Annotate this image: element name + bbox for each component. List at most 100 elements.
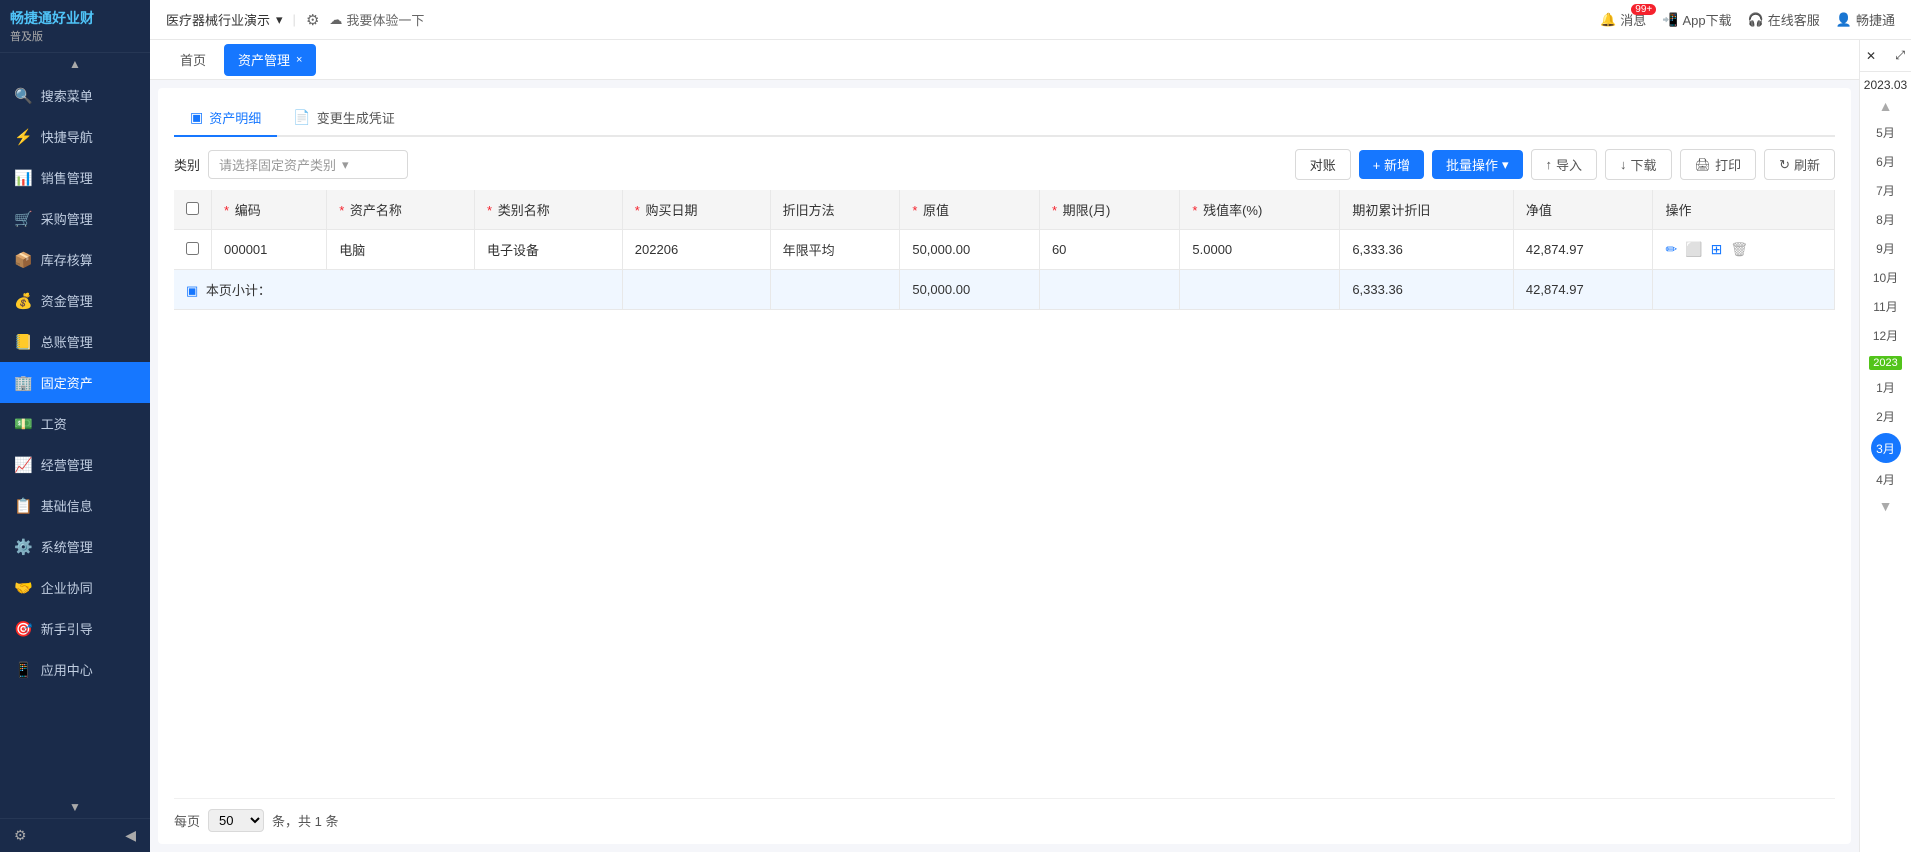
month-9[interactable]: 9月 — [1860, 234, 1911, 263]
month-3-active[interactable]: 3月 — [1871, 433, 1901, 463]
tab-asset-management[interactable]: 资产管理 × — [224, 44, 316, 76]
th-category: * 类别名称 — [475, 190, 623, 230]
online-support-button[interactable]: 🎧 在线客服 — [1748, 10, 1820, 29]
month-2[interactable]: 2月 — [1860, 402, 1911, 431]
batch-button[interactable]: 批量操作 ▾ — [1432, 150, 1523, 179]
tab-home-label: 首页 — [180, 50, 206, 69]
book-icon: 📒 — [14, 333, 33, 351]
sidebar-item-basic-info[interactable]: 📋 基础信息 — [0, 485, 150, 526]
share-icon[interactable]: ⊞ — [1711, 241, 1723, 258]
subtotal-empty-4 — [1180, 270, 1340, 310]
sidebar-item-label: 固定资产 — [41, 373, 93, 392]
notification-badge: 99+ — [1631, 4, 1656, 15]
month-1[interactable]: 1月 — [1860, 373, 1911, 402]
box-icon: 📦 — [14, 251, 33, 269]
sidebar-item-purchase[interactable]: 🛒 采购管理 — [0, 198, 150, 239]
month-7[interactable]: 7月 — [1860, 176, 1911, 205]
toolbar-left: 类别 请选择固定资产类别 ▾ — [174, 150, 408, 179]
sidebar-item-label: 资金管理 — [41, 291, 93, 310]
dropdown-icon: ▾ — [276, 12, 283, 28]
row-checkbox[interactable] — [186, 242, 199, 255]
main-area: 医疗器械行业演示 ▾ | ⚙ ☁ 我要体验一下 🔔 消息 99+ 📲 App下载… — [150, 0, 1911, 852]
sidebar-item-guide[interactable]: 🎯 新手引导 — [0, 608, 150, 649]
tab-close-icon[interactable]: × — [296, 54, 302, 66]
row-residual-rate: 5.0000 — [1180, 230, 1340, 270]
sidebar-item-system[interactable]: ⚙️ 系统管理 — [0, 526, 150, 567]
sub-tab-change-voucher-label: 变更生成凭证 — [317, 108, 395, 127]
settings-icon[interactable]: ⚙ — [14, 827, 27, 844]
sidebar-item-app-center[interactable]: 📱 应用中心 — [0, 649, 150, 690]
user-avatar[interactable]: 👤 畅捷通 — [1836, 10, 1895, 29]
print-button[interactable]: 🖨 打印 — [1680, 149, 1757, 180]
app-download-button[interactable]: 📲 App下载 — [1662, 10, 1731, 29]
month-12[interactable]: 12月 — [1860, 321, 1911, 350]
row-original-value: 50,000.00 — [900, 230, 1040, 270]
delete-icon[interactable]: 🗑 — [1730, 241, 1748, 258]
sidebar-item-label: 库存核算 — [41, 250, 93, 269]
user-name: 畅捷通 — [1856, 10, 1895, 29]
sidebar-item-inventory[interactable]: 📦 库存核算 — [0, 239, 150, 280]
asset-detail-icon: ▣ — [190, 109, 203, 126]
tab-asset-label: 资产管理 — [238, 50, 290, 69]
sidebar-item-enterprise[interactable]: 🤝 企业协同 — [0, 567, 150, 608]
target-icon: 🎯 — [14, 620, 33, 638]
th-net-value: 净值 — [1513, 190, 1653, 230]
month-11[interactable]: 11月 — [1860, 292, 1911, 321]
sidebar-item-operations[interactable]: 📈 经营管理 — [0, 444, 150, 485]
th-code: * 编码 — [212, 190, 327, 230]
notification-button[interactable]: 🔔 消息 99+ — [1600, 10, 1646, 29]
sub-tab-asset-detail[interactable]: ▣ 资产明细 — [174, 100, 277, 137]
sidebar-item-funds[interactable]: 💰 资金管理 — [0, 280, 150, 321]
row-name: 电脑 — [327, 230, 475, 270]
sidebar-item-label: 采购管理 — [41, 209, 93, 228]
download-label: 下载 — [1631, 155, 1657, 174]
right-panel-close-icon[interactable]: ✕ — [1866, 49, 1876, 63]
subtotal-original-value: 50,000.00 — [900, 270, 1040, 310]
subtotal-empty-2 — [770, 270, 900, 310]
download-button[interactable]: ↓ 下载 — [1605, 149, 1672, 180]
subtotal-icon: ▣ — [186, 283, 198, 298]
month-4[interactable]: 4月 — [1860, 465, 1911, 494]
copy-icon[interactable]: ⬜ — [1685, 241, 1702, 258]
sidebar-item-search[interactable]: 🔍 搜索菜单 — [0, 75, 150, 116]
month-6[interactable]: 6月 — [1860, 147, 1911, 176]
sidebar-item-sales[interactable]: 📊 销售管理 — [0, 157, 150, 198]
edit-icon[interactable]: ✏ — [1665, 241, 1677, 258]
collapse-icon[interactable]: ◀ — [125, 827, 136, 844]
right-panel-expand-icon[interactable]: ⤢ — [1895, 48, 1905, 63]
sidebar-item-ledger[interactable]: 📒 总账管理 — [0, 321, 150, 362]
wage-icon: 💵 — [14, 415, 33, 433]
download-icon: 📲 — [1662, 12, 1678, 28]
tab-home[interactable]: 首页 — [166, 44, 220, 76]
th-checkbox — [174, 190, 212, 230]
tabs-bar: 首页 资产管理 × — [150, 40, 1859, 80]
category-filter[interactable]: 请选择固定资产类别 ▾ — [208, 150, 408, 179]
new-button[interactable]: + 新增 — [1359, 150, 1424, 179]
settings-gear-icon[interactable]: ⚙ — [306, 11, 319, 29]
company-selector[interactable]: 医疗器械行业演示 ▾ — [166, 10, 283, 29]
sidebar-item-fixed-assets[interactable]: 🏢 固定资产 — [0, 362, 150, 403]
sidebar-item-payroll[interactable]: 💵 工资 — [0, 403, 150, 444]
sidebar-item-label: 快捷导航 — [41, 127, 93, 146]
month-5[interactable]: 5月 — [1860, 118, 1911, 147]
sub-tab-change-voucher[interactable]: 📄 变更生成凭证 — [277, 100, 410, 137]
chart-icon: 📊 — [14, 169, 33, 187]
print-icon: 🖨 — [1695, 157, 1712, 173]
gear-icon: ⚙️ — [14, 538, 33, 556]
import-button[interactable]: ↑ 导入 — [1531, 149, 1598, 180]
feedback-button[interactable]: ☁ 我要体验一下 — [329, 10, 424, 29]
subtotal-net-value: 42,874.97 — [1513, 270, 1653, 310]
sidebar-item-shortcut[interactable]: ⚡ 快捷导航 — [0, 116, 150, 157]
sidebar-bottom: ⚙ ◀ — [0, 818, 150, 852]
scroll-down-button[interactable]: ▼ — [1875, 494, 1897, 518]
lightning-icon: ⚡ — [14, 128, 33, 146]
month-10[interactable]: 10月 — [1860, 263, 1911, 292]
month-8[interactable]: 8月 — [1860, 205, 1911, 234]
refresh-button[interactable]: ↻ 刷新 — [1764, 149, 1835, 180]
select-all-checkbox[interactable] — [186, 202, 199, 215]
sidebar-scroll-down[interactable]: ▼ — [0, 796, 150, 818]
scroll-up-button[interactable]: ▲ — [1875, 94, 1897, 118]
sidebar-scroll-up[interactable]: ▲ — [0, 53, 150, 75]
page-size-select[interactable]: 50 100 — [208, 809, 264, 832]
reconcile-button[interactable]: 对账 — [1295, 149, 1351, 180]
